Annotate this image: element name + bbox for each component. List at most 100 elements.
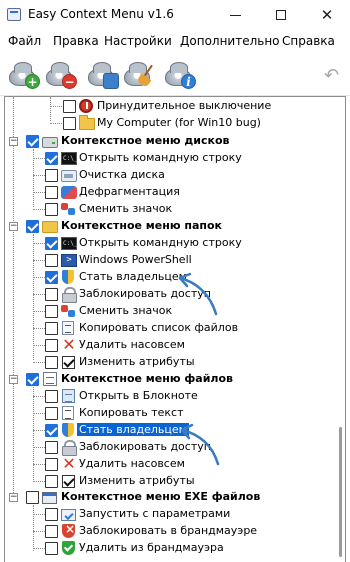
- item-checkbox[interactable]: [45, 271, 58, 284]
- file-list-icon: [62, 321, 74, 335]
- item-checkbox[interactable]: [45, 508, 58, 521]
- tree-item[interactable]: C:\_ Открыть командную строку: [5, 235, 325, 252]
- shield-icon: [61, 422, 77, 438]
- tree-guide-line: [33, 362, 45, 363]
- minimize-button[interactable]: [212, 0, 258, 30]
- context-menu-tree: Принудительное выключение My Computer (f…: [4, 96, 346, 562]
- collapse-toggle[interactable]: −: [9, 493, 18, 502]
- annotation-arrow: [178, 272, 218, 316]
- item-label: Изменить атрибуты: [79, 474, 195, 487]
- tree-guide-line: [33, 277, 45, 278]
- tree-guide-line: [50, 106, 62, 107]
- item-checkbox[interactable]: [45, 237, 58, 250]
- tree-item[interactable]: My Computer (for Win10 bug): [5, 115, 325, 132]
- item-checkbox[interactable]: [45, 322, 58, 335]
- tree-item[interactable]: Принудительное выключение: [5, 98, 325, 115]
- tree-item[interactable]: > Windows PowerShell: [5, 252, 325, 269]
- tree-guide-line: [33, 158, 45, 159]
- tree-guide-line: [33, 481, 45, 482]
- item-checkbox[interactable]: [63, 117, 76, 130]
- menu-edit[interactable]: Правка: [53, 34, 99, 48]
- tree-guide-line: [33, 531, 45, 532]
- collapse-toggle[interactable]: −: [9, 222, 18, 231]
- powershell-icon: >: [61, 254, 77, 267]
- item-checkbox[interactable]: [45, 288, 58, 301]
- plus-icon: +: [25, 74, 40, 89]
- tree-item[interactable]: Сменить значок: [5, 201, 325, 218]
- item-checkbox[interactable]: [45, 458, 58, 471]
- item-checkbox[interactable]: [45, 186, 58, 199]
- section-label: Контекстное меню папок: [61, 219, 223, 232]
- item-checkbox[interactable]: [45, 475, 58, 488]
- tree-item[interactable]: Дефрагментация: [5, 184, 325, 201]
- tree-item[interactable]: Заблокировать доступ: [5, 439, 325, 456]
- menu-help[interactable]: Справка: [282, 34, 335, 48]
- power-icon: [79, 99, 93, 113]
- item-checkbox[interactable]: [63, 100, 76, 113]
- item-checkbox[interactable]: [45, 356, 58, 369]
- collapse-toggle[interactable]: −: [9, 375, 18, 384]
- toolbar: + − i ↶: [0, 52, 350, 96]
- vertical-scrollbar[interactable]: [336, 97, 345, 562]
- tree-section[interactable]: − Контекстное меню дисков: [5, 133, 325, 150]
- tree-item[interactable]: Стать владельцем: [5, 269, 325, 286]
- tree-guide-line: [33, 209, 45, 210]
- item-checkbox[interactable]: [45, 152, 58, 165]
- item-checkbox[interactable]: [45, 339, 58, 352]
- firewall-allow-icon: [61, 540, 77, 556]
- section-checkbox[interactable]: [26, 491, 39, 504]
- tree-item[interactable]: Очистка диска: [5, 167, 325, 184]
- add-button[interactable]: +: [6, 56, 40, 90]
- scrollbar-thumb[interactable]: [339, 427, 342, 557]
- close-button[interactable]: ✕: [304, 0, 350, 30]
- tree-item[interactable]: Изменить атрибуты: [5, 473, 325, 490]
- item-checkbox[interactable]: [45, 424, 58, 437]
- maximize-button[interactable]: [258, 0, 304, 30]
- tree-guide-line: [33, 514, 45, 515]
- item-checkbox[interactable]: [45, 407, 58, 420]
- item-checkbox[interactable]: [45, 441, 58, 454]
- section-checkbox[interactable]: [26, 373, 39, 386]
- tree-item[interactable]: Копировать список файлов: [5, 320, 325, 337]
- tree-item[interactable]: Заблокировать доступ: [5, 286, 325, 303]
- item-checkbox[interactable]: [45, 203, 58, 216]
- tree-item[interactable]: Копировать текст: [5, 405, 325, 422]
- item-label: Windows PowerShell: [79, 253, 192, 266]
- item-checkbox[interactable]: [45, 305, 58, 318]
- section-checkbox[interactable]: [26, 220, 39, 233]
- tree-item[interactable]: Удалить из брандмауэра: [5, 540, 325, 557]
- menu-file[interactable]: Файл: [8, 34, 41, 48]
- item-checkbox[interactable]: [45, 542, 58, 555]
- tree-section[interactable]: − Контекстное меню папок: [5, 218, 325, 235]
- tree-item[interactable]: ✕ Удалить насовсем: [5, 456, 325, 473]
- collapse-toggle[interactable]: −: [9, 137, 18, 146]
- tree-item[interactable]: Стать владельцем: [5, 422, 325, 439]
- notepad-icon: [62, 389, 75, 403]
- undo-icon[interactable]: ↶: [324, 65, 339, 86]
- menu-settings[interactable]: Настройки: [104, 34, 172, 48]
- remove-button[interactable]: −: [43, 56, 77, 90]
- item-checkbox[interactable]: [45, 254, 58, 267]
- item-checkbox[interactable]: [45, 525, 58, 538]
- menu-advanced[interactable]: Дополнительно: [180, 34, 280, 48]
- tree-item[interactable]: ✕ Удалить насовсем: [5, 337, 325, 354]
- tree-guide-line: [50, 123, 62, 124]
- section-checkbox[interactable]: [26, 135, 39, 148]
- tree-item[interactable]: Изменить атрибуты: [5, 354, 325, 371]
- tree-item[interactable]: Заблокировать в брандмауэре: [5, 522, 325, 540]
- cleanup-button[interactable]: [121, 56, 155, 90]
- firewall-block-icon: [61, 522, 77, 539]
- tree-item[interactable]: Сменить значок: [5, 303, 325, 320]
- item-checkbox[interactable]: [45, 390, 58, 403]
- tree-item[interactable]: Запустить с параметрами: [5, 506, 325, 523]
- tree-guide-line: [33, 260, 45, 261]
- tree-guide-line: [33, 430, 45, 431]
- item-checkbox[interactable]: [45, 169, 58, 182]
- tree-item[interactable]: Открыть в Блокноте: [5, 388, 325, 405]
- tree-section[interactable]: − Контекстное меню EXE файлов: [5, 489, 325, 506]
- tree-item[interactable]: C:\_ Открыть командную строку: [5, 150, 325, 167]
- tree-section[interactable]: − Контекстное меню файлов: [5, 371, 325, 388]
- settings-button[interactable]: [85, 56, 119, 90]
- item-label: Копировать список файлов: [79, 321, 239, 334]
- info-button[interactable]: i: [162, 56, 196, 90]
